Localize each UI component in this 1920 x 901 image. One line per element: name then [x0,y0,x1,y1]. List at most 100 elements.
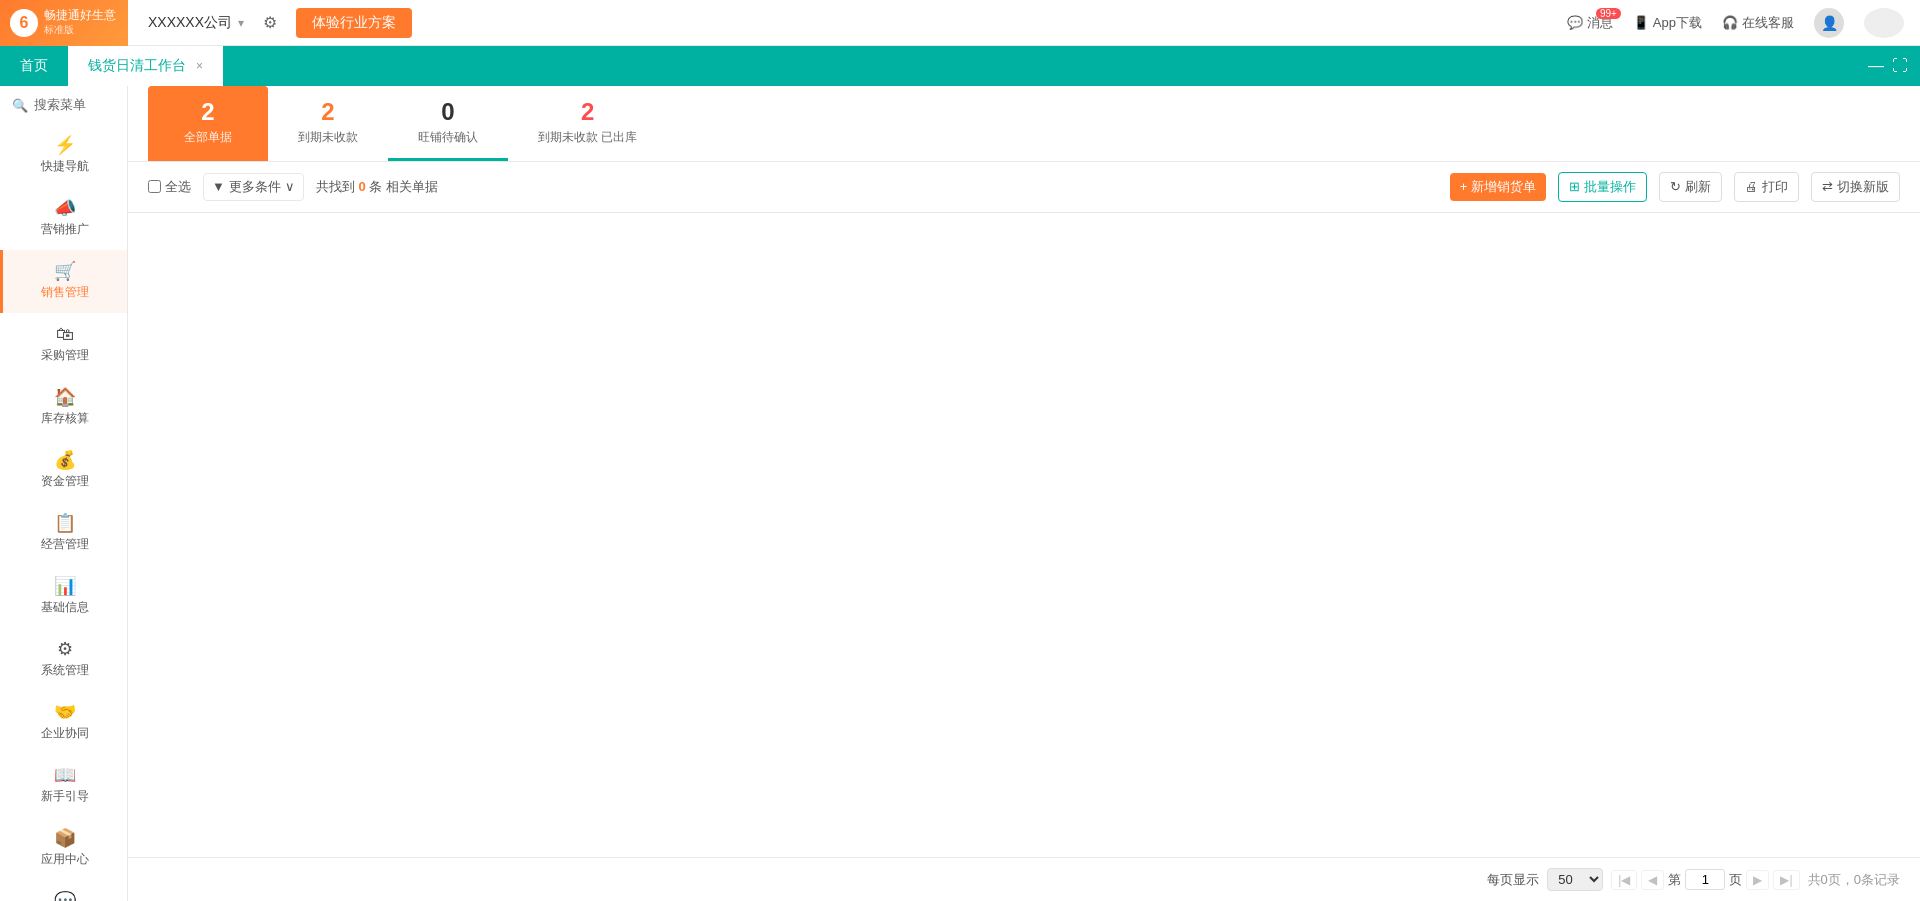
sidebar-item-wechat[interactable]: 💬企业微信 [0,880,127,901]
print-label: 打印 [1762,178,1788,196]
prev-page-button[interactable]: ◀ [1641,870,1664,890]
refresh-icon: ↻ [1670,179,1681,194]
sidebar-items: ⚡快捷导航📣营销推广🛒销售管理 🛍 采购管理 🏠库存核算 💰 资金管理 📋经营管理 📊 基础信息… [0,124,127,901]
stat-shipped-count: 2 [581,98,594,127]
stat-pending-label: 旺铺待确认 [418,129,478,146]
current-page-input[interactable] [1685,869,1725,890]
quick-nav-icon: ⚡ [54,136,76,154]
sidebar-item-guide[interactable]: 📖 新手引导 [0,754,127,817]
refresh-button[interactable]: ↻ 刷新 [1659,172,1722,202]
search-label: 搜索菜单 [34,96,86,114]
tab-home[interactable]: 首页 [0,46,68,86]
marketing-label: 营销推广 [41,221,89,238]
operations-label: 经营管理 [41,536,89,553]
tab-active-label: 钱货日清工作台 [88,57,186,75]
app-download-item[interactable]: 📱 App下载 [1633,14,1702,32]
user-name-badge[interactable] [1864,8,1904,38]
message-item[interactable]: 💬 消息 99+ [1567,14,1613,32]
settings-button[interactable]: ⚙ [256,9,284,37]
first-page-button[interactable]: |◀ [1611,870,1637,890]
experience-button[interactable]: 体验行业方案 [296,8,412,38]
app-name: 畅捷通好生意 [44,8,116,24]
stat-tab-all[interactable]: 2 全部单据 [148,86,268,161]
sidebar-item-sales[interactable]: 🛒销售管理 [0,250,127,313]
sidebar-item-app-center[interactable]: 📦应用中心 [0,817,127,880]
print-icon: 🖨 [1745,179,1758,194]
message-icon: 💬 [1567,15,1583,30]
batch-label: 批量操作 [1584,178,1636,196]
content-area: 2 全部单据 2 到期未收款 0 旺铺待确认 2 到期未收款 已出库 全选 [128,86,1920,901]
last-page-button[interactable]: ▶| [1773,870,1799,890]
service-icon: 🎧 [1722,15,1738,30]
sidebar-item-finance[interactable]: 💰 资金管理 [0,439,127,502]
stat-overdue-label: 到期未收款 [298,129,358,146]
stat-tab-shipped[interactable]: 2 到期未收款 已出库 [508,86,667,161]
select-all-input[interactable] [148,180,161,193]
select-all-checkbox[interactable]: 全选 [148,178,191,196]
found-suffix: 条 相关单据 [369,179,438,194]
stat-all-count: 2 [201,98,214,127]
tab-active[interactable]: 钱货日清工作台 × [68,46,223,86]
logo-area: 6 畅捷通好生意 标准版 [0,0,128,46]
tab-close-icon[interactable]: × [196,59,203,73]
basic-info-icon: 📊 [54,577,76,595]
search-icon: 🔍 [12,98,28,113]
company-name: XXXXXX公司 [148,14,232,32]
system-icon: ⚙ [57,640,73,658]
top-header: 6 畅捷通好生意 标准版 XXXXXX公司 ▾ ⚙ 体验行业方案 💬 消息 99… [0,0,1920,46]
found-text: 共找到 0 条 相关单据 [316,178,438,196]
print-button[interactable]: 🖨 打印 [1734,172,1799,202]
stat-tab-overdue[interactable]: 2 到期未收款 [268,86,388,161]
sidebar: 🔍 搜索菜单 ⚡快捷导航📣营销推广🛒销售管理 🛍 采购管理 🏠库存核算 💰 资金管理 📋经营… [0,86,128,901]
next-page-button[interactable]: ▶ [1746,870,1769,890]
total-info: 共0页，0条记录 [1808,871,1900,889]
sidebar-search[interactable]: 🔍 搜索菜单 [0,86,127,124]
tab-home-label: 首页 [20,57,48,75]
company-dropdown-arrow: ▾ [238,16,244,30]
found-count: 0 [359,179,366,194]
company-selector[interactable]: XXXXXX公司 ▾ [148,14,244,32]
batch-icon: ⊞ [1569,179,1580,194]
sidebar-item-basic-info[interactable]: 📊 基础信息 [0,565,127,628]
avatar-icon: 👤 [1821,15,1838,31]
sidebar-item-cooperation[interactable]: 🤝企业协同 [0,691,127,754]
purchase-label: 采购管理 [41,347,89,364]
sidebar-item-system[interactable]: ⚙ 系统管理 [0,628,127,691]
select-all-label: 全选 [165,178,191,196]
batch-button[interactable]: ⊞ 批量操作 [1558,172,1647,202]
app-center-label: 应用中心 [41,851,89,868]
filter-arrow: ∨ [285,179,295,194]
sidebar-item-quick-nav[interactable]: ⚡快捷导航 [0,124,127,187]
system-label: 系统管理 [41,662,89,679]
finance-label: 资金管理 [41,473,89,490]
per-page-label: 每页显示 [1487,871,1539,889]
nav-tabs: 首页 钱货日清工作台 × — ⛶ [0,46,1920,86]
purchase-icon: 🛍 [56,325,74,343]
pagination: 每页显示 10 20 50 100 |◀ ◀ 第 页 ▶ ▶| 共0页，0条记录 [128,857,1920,901]
wechat-icon: 💬 [54,892,76,901]
page-suffix: 页 [1729,871,1742,889]
sidebar-item-operations[interactable]: 📋经营管理 [0,502,127,565]
cooperation-label: 企业协同 [41,725,89,742]
sidebar-item-inventory[interactable]: 🏠库存核算 [0,376,127,439]
guide-label: 新手引导 [41,788,89,805]
sidebar-item-marketing[interactable]: 📣营销推广 [0,187,127,250]
finance-icon: 💰 [54,451,76,469]
maximize-icon[interactable]: ⛶ [1892,57,1908,75]
new-order-button[interactable]: + 新增销货单 [1450,173,1546,201]
toolbar-right: + 新增销货单 ⊞ 批量操作 ↻ 刷新 🖨 打印 ⇄ 切换新版 [1450,172,1900,202]
guide-icon: 📖 [54,766,76,784]
stat-tab-pending[interactable]: 0 旺铺待确认 [388,86,508,161]
per-page-select[interactable]: 10 20 50 100 [1547,868,1603,891]
filter-button[interactable]: ▼ 更多条件 ∨ [203,173,304,201]
inventory-icon: 🏠 [54,388,76,406]
switch-version-button[interactable]: ⇄ 切换新版 [1811,172,1900,202]
basic-info-label: 基础信息 [41,599,89,616]
message-badge: 99+ [1596,8,1621,19]
online-service-item[interactable]: 🎧 在线客服 [1722,14,1794,32]
logo-text-block: 畅捷通好生意 标准版 [44,8,116,38]
minimize-icon[interactable]: — [1868,57,1884,75]
filter-label: 更多条件 [229,178,281,196]
avatar[interactable]: 👤 [1814,8,1844,38]
sidebar-item-purchase[interactable]: 🛍 采购管理 [0,313,127,376]
